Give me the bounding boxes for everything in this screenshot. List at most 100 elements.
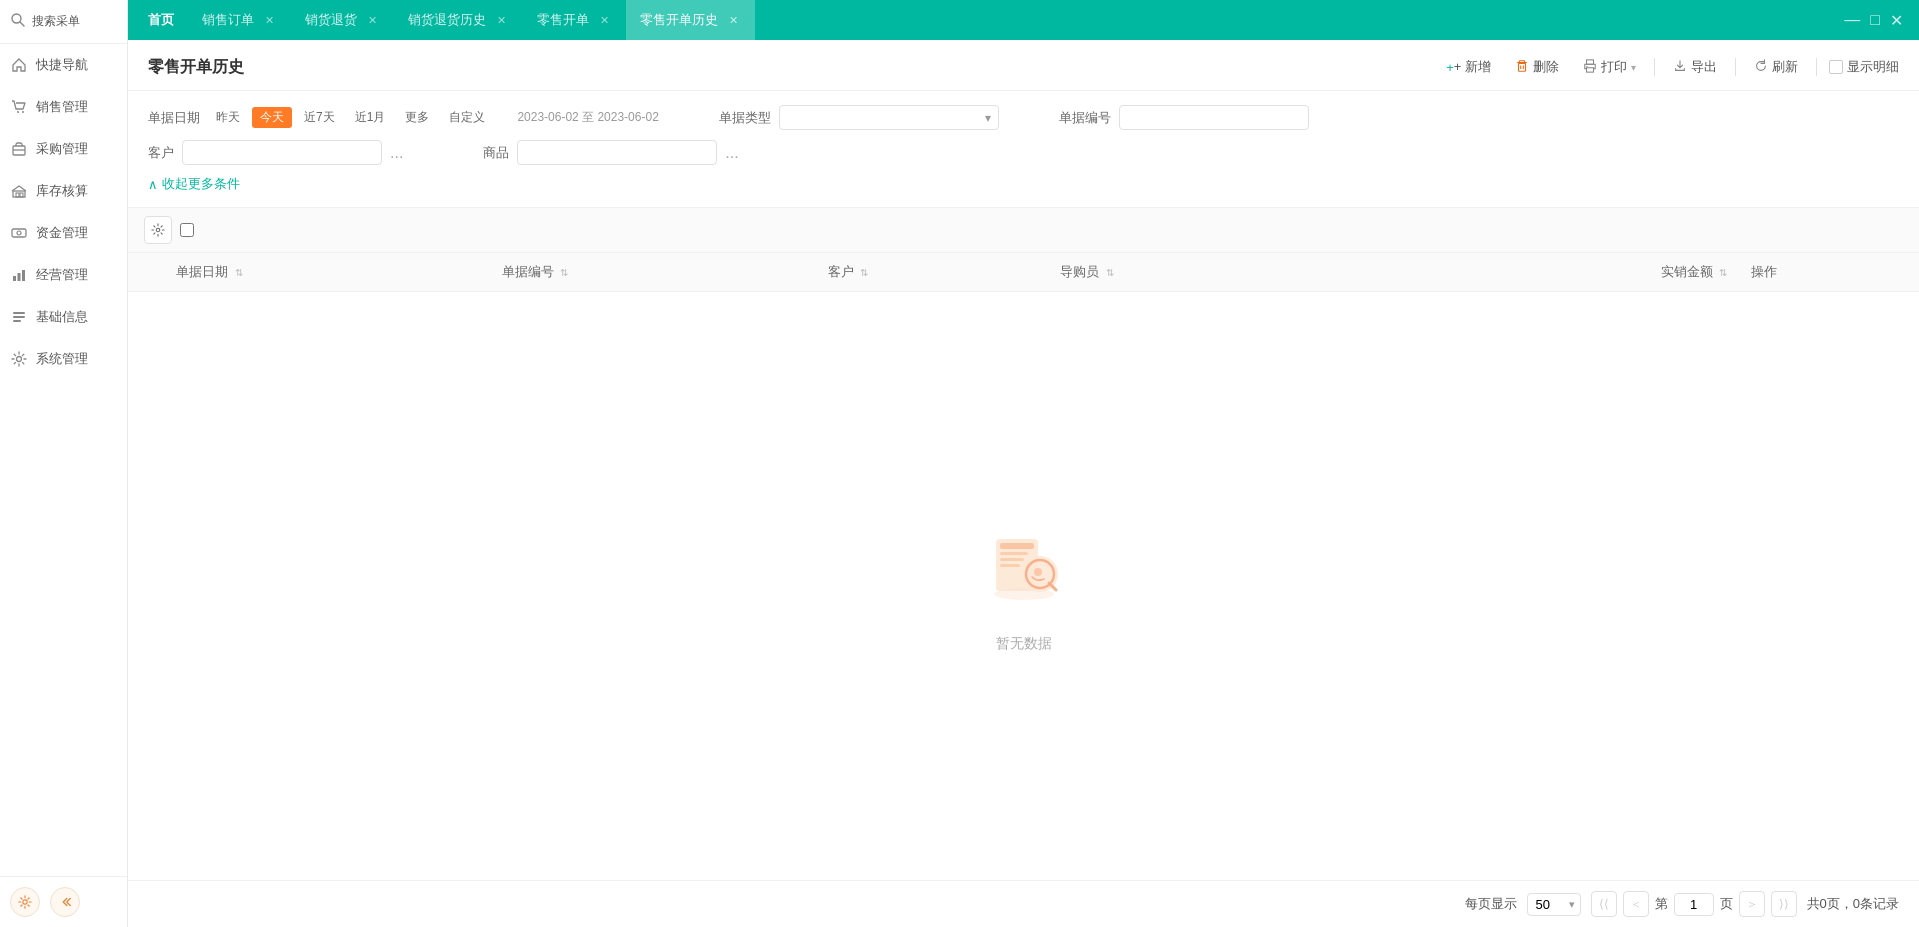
tab-retail-open[interactable]: 零售开单 ✕ [523,0,626,40]
tab-retail-open-history-close[interactable]: ✕ [726,12,741,29]
display-detail-checkbox[interactable] [1829,60,1843,74]
display-detail-toggle[interactable]: 显示明细 [1829,58,1899,76]
table-toolbar [128,208,1919,253]
order-no-label: 单据编号 [1059,109,1111,127]
svg-point-2 [17,111,19,113]
sidebar-item-basic-info[interactable]: 基础信息 [0,296,127,338]
svg-rect-11 [13,276,16,281]
col-date-label: 单据日期 [176,264,228,279]
date-filter-label: 单据日期 [148,109,200,127]
date-opt-custom[interactable]: 自定义 [441,107,493,128]
sidebar-footer [0,876,127,927]
filter-area: 单据日期 昨天 今天 近7天 近1月 更多 自定义 2023-06-02 至 2… [128,91,1919,208]
prev-page-btn[interactable]: ＜ [1623,891,1649,917]
page-input[interactable] [1674,893,1714,916]
maximize-btn[interactable]: □ [1870,11,1880,30]
sidebar-item-inventory[interactable]: 库存核算 [0,170,127,212]
refresh-button[interactable]: 刷新 [1748,54,1804,80]
export-button[interactable]: 导出 [1667,54,1723,80]
delete-button[interactable]: 删除 [1509,54,1565,80]
sidebar-item-quick-nav[interactable]: 快捷导航 [0,44,127,86]
select-all-checkbox[interactable] [180,223,194,237]
window-controls: — □ ✕ [1834,11,1913,30]
svg-rect-29 [1000,552,1028,555]
tab-sales-return-label: 销货退货 [305,11,357,29]
order-type-filter: 单据类型 [719,105,999,130]
tab-sales-return-history-close[interactable]: ✕ [494,12,509,29]
svg-rect-30 [1000,558,1024,561]
sidebar-item-system[interactable]: 系统管理 [0,338,127,380]
col-date-sort[interactable]: ⇅ [235,267,243,278]
col-customer-sort[interactable]: ⇅ [860,267,868,278]
date-opt-last7[interactable]: 近7天 [296,107,343,128]
print-dropdown-icon: ▾ [1631,62,1636,73]
col-customer[interactable]: 客户 ⇅ [816,253,1048,292]
sidebar-item-ops[interactable]: 经营管理 [0,254,127,296]
customer-input[interactable] [182,140,382,165]
per-page-label: 每页显示 [1465,895,1517,913]
svg-rect-16 [13,320,21,322]
col-date[interactable]: 单据日期 ⇅ [164,253,490,292]
close-btn[interactable]: ✕ [1890,11,1903,30]
first-page-btn[interactable]: ⟨⟨ [1591,891,1617,917]
tab-retail-open-history-label: 零售开单历史 [640,11,718,29]
next-page-btn[interactable]: ＞ [1739,891,1765,917]
svg-rect-13 [22,270,25,281]
sidebar-item-sales-mgmt[interactable]: 销售管理 [0,86,127,128]
customer-more-btn[interactable]: ... [390,144,403,162]
last-page-btn[interactable]: ⟩⟩ [1771,891,1797,917]
col-salesperson[interactable]: 导购员 ⇅ [1048,253,1327,292]
product-filter: 商品 ... [483,140,738,165]
date-filter: 单据日期 昨天 今天 近7天 近1月 更多 自定义 [148,107,493,128]
col-no[interactable]: 单据编号 ⇅ [490,253,816,292]
col-amount[interactable]: 实销金额 ⇅ [1413,253,1739,292]
collapse-filter-btn[interactable]: ∧ 收起更多条件 [148,175,1899,193]
order-type-select-wrap [779,105,999,130]
print-label: 打印 [1601,58,1627,76]
settings-footer-btn[interactable] [10,887,40,917]
tab-retail-open-history[interactable]: 零售开单历史 ✕ [626,0,755,40]
col-amount-sort[interactable]: ⇅ [1719,267,1727,278]
tab-home-label: 首页 [148,11,174,29]
col-amount-label: 实销金额 [1661,264,1713,279]
tab-sales-return[interactable]: 销货退货 ✕ [291,0,394,40]
tab-sales-return-history[interactable]: 销货退货历史 ✕ [394,0,523,40]
order-type-select[interactable] [779,105,999,130]
col-customer-label: 客户 [828,264,854,279]
col-check [128,253,164,292]
column-settings-btn[interactable] [144,216,172,244]
product-input[interactable] [517,140,717,165]
date-opt-last1month[interactable]: 近1月 [347,107,394,128]
date-opt-yesterday[interactable]: 昨天 [208,107,248,128]
date-opt-today[interactable]: 今天 [252,107,292,128]
sidebar-item-purchase-mgmt[interactable]: 采购管理 [0,128,127,170]
tab-sales-order[interactable]: 销售订单 ✕ [188,0,291,40]
money-icon [10,224,28,242]
print-icon [1583,59,1597,76]
tab-retail-open-close[interactable]: ✕ [597,12,612,29]
customer-filter: 客户 ... [148,140,403,165]
collapse-icon: ∧ [148,177,158,192]
date-opt-more[interactable]: 更多 [397,107,437,128]
product-label: 商品 [483,144,509,162]
tab-sales-return-close[interactable]: ✕ [365,12,380,29]
collapse-sidebar-btn[interactable] [50,887,80,917]
toolbar-divider-2 [1735,58,1736,76]
sidebar-search[interactable]: 搜索采单 [0,0,127,44]
sidebar-item-finance[interactable]: 资金管理 [0,212,127,254]
svg-point-18 [23,900,27,904]
per-page-select[interactable]: 50 20 100 200 [1527,893,1581,916]
col-no-sort[interactable]: ⇅ [560,267,568,278]
product-more-btn[interactable]: ... [725,144,738,162]
col-salesperson-sort[interactable]: ⇅ [1106,267,1114,278]
minimize-btn[interactable]: — [1844,11,1860,30]
tab-sales-order-close[interactable]: ✕ [262,12,277,29]
sidebar-nav: 快捷导航 销售管理 采购管理 [0,44,127,876]
sidebar-item-label: 资金管理 [36,224,88,242]
print-button[interactable]: 打印 ▾ [1577,54,1642,80]
page-label: 第 [1655,895,1668,913]
tab-home[interactable]: 首页 [134,0,188,40]
toolbar: + + 新增 删除 [1440,54,1899,80]
order-no-input[interactable] [1119,105,1309,130]
add-button[interactable]: + + 新增 [1440,54,1497,80]
